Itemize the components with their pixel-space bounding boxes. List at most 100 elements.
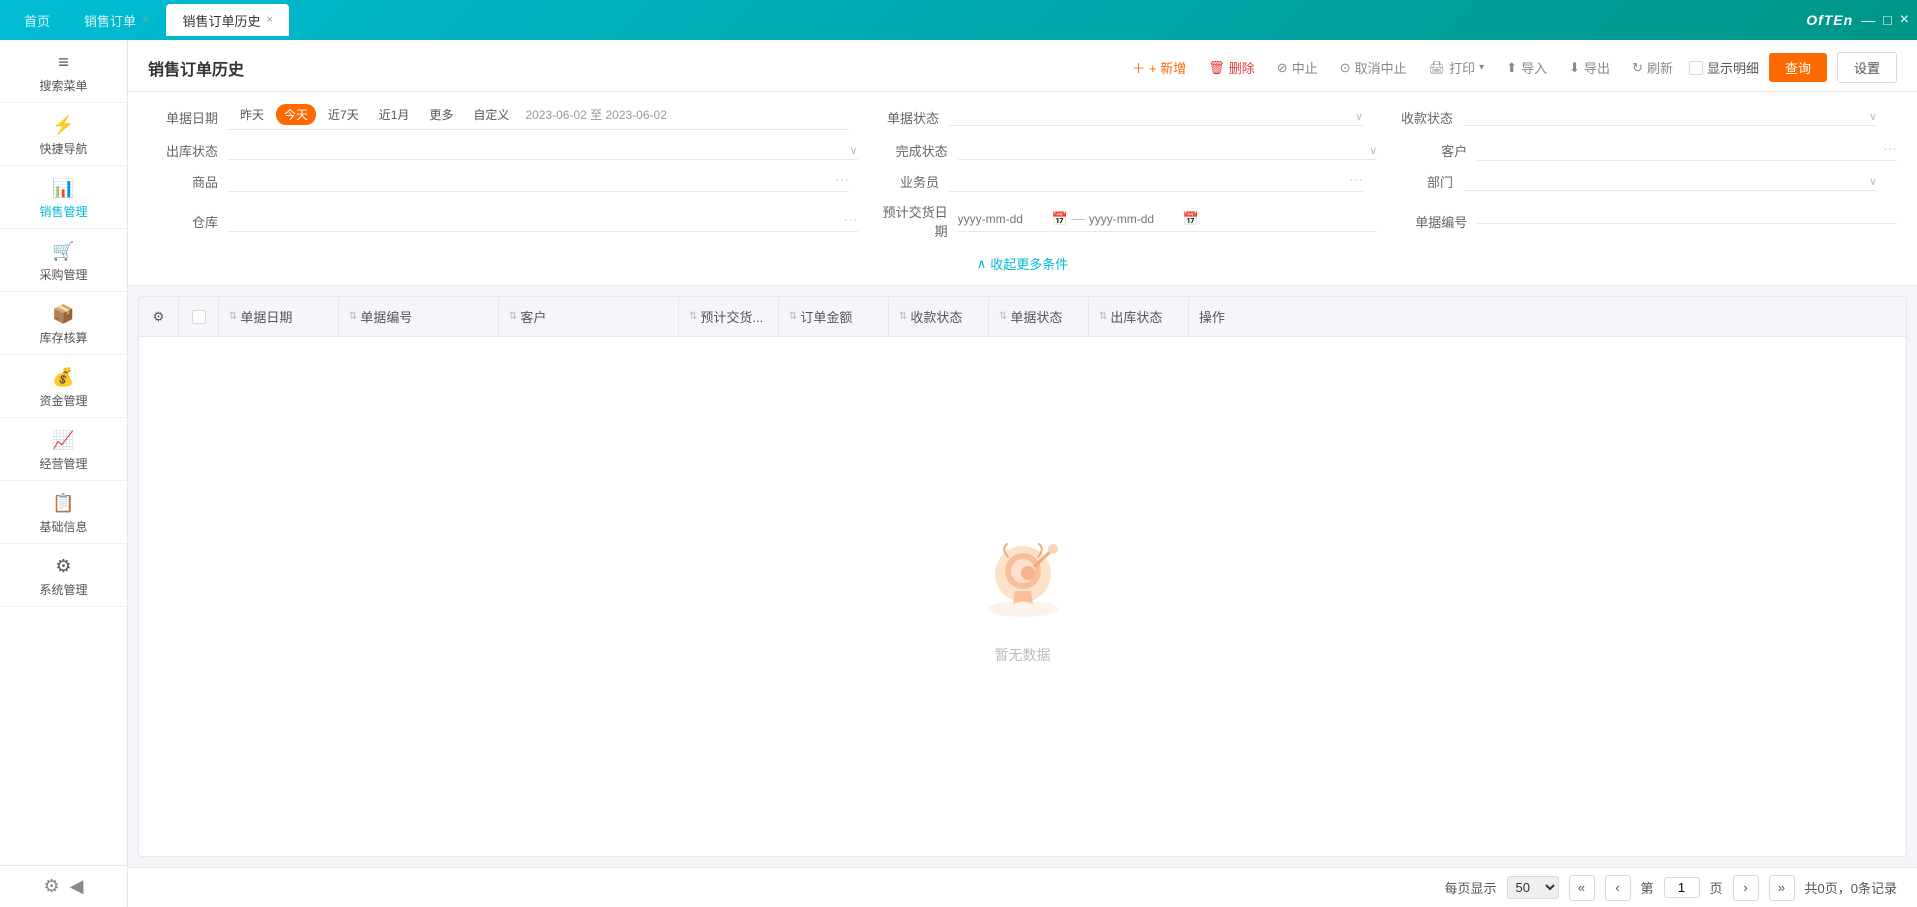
import-button[interactable]: ⬆ 导入: [1500, 54, 1553, 81]
sidebar-item-quick-nav-label: 快捷导航: [39, 140, 87, 157]
settings-button[interactable]: 设置: [1837, 52, 1897, 83]
th-action: 操作: [1189, 297, 1906, 336]
print-button[interactable]: 🖨 打印 ▾: [1423, 54, 1491, 81]
sidebar-item-operations-label: 经营管理: [39, 455, 87, 472]
close-sales-order-tab-icon[interactable]: ×: [142, 14, 148, 26]
department-select[interactable]: ∨: [1463, 173, 1877, 191]
print-label: 打印: [1449, 58, 1475, 77]
warehouse-dots-icon[interactable]: ···: [844, 211, 858, 227]
salesperson-filter-field: ···: [949, 171, 1363, 192]
payment-status-select[interactable]: ∨: [1463, 108, 1877, 126]
footer-pagination: 每页显示 50 10 20 100 « ‹ 第 页 › » 共0页，0条记录: [128, 867, 1917, 907]
collapse-up-icon: ∧: [977, 256, 987, 272]
th-num-sort-icon[interactable]: ⇅: [349, 311, 357, 322]
new-button[interactable]: ＋ + 新增: [1126, 54, 1192, 81]
th-delivery-status-label: 出库状态: [1110, 307, 1162, 326]
new-icon: ＋: [1132, 58, 1145, 77]
prev-page-button[interactable]: ‹: [1605, 875, 1631, 901]
empty-text: 暂无数据: [995, 645, 1051, 665]
sidebar-item-inventory[interactable]: 📦 库存核算: [0, 292, 127, 355]
system-icon: ⚙: [55, 556, 71, 577]
sidebar-item-finance[interactable]: 💰 资金管理: [0, 355, 127, 418]
sidebar-item-base-info[interactable]: 📋 基础信息: [0, 481, 127, 544]
current-page-input[interactable]: [1664, 877, 1700, 898]
filter-row-3: 商品 ··· 业务员 ··· 部门 ∨: [148, 171, 1897, 192]
last-page-button[interactable]: »: [1769, 875, 1795, 901]
show-detail-checkbox[interactable]: 显示明细: [1689, 58, 1759, 77]
sidebar-item-quick-nav[interactable]: ⚡ 快捷导航: [0, 103, 127, 166]
column-settings-icon: ⚙: [153, 309, 165, 325]
stop-button[interactable]: ⊘ 中止: [1271, 54, 1324, 81]
payment-status-filter-label: 收款状态: [1383, 108, 1463, 127]
product-filter-label: 商品: [148, 172, 228, 191]
product-dots-icon[interactable]: ···: [835, 171, 849, 187]
customer-dots-icon[interactable]: ···: [1883, 140, 1897, 156]
customer-filter-field: ···: [1477, 140, 1897, 161]
th-date-sort-icon[interactable]: ⇅: [229, 311, 237, 322]
th-settings[interactable]: ⚙: [139, 297, 179, 336]
th-num: ⇅ 单据编号: [339, 297, 499, 336]
minimize-icon[interactable]: —: [1861, 12, 1875, 28]
sidebar-item-purchase-label: 采购管理: [39, 266, 87, 283]
tab-sales-order-history[interactable]: 销售订单历史 ×: [166, 4, 288, 36]
sidebar-item-sales[interactable]: 📊 销售管理: [0, 166, 127, 229]
tab-sales-order-label: 销售订单: [84, 11, 136, 30]
first-page-button[interactable]: «: [1569, 875, 1595, 901]
sidebar-item-operations[interactable]: 📈 经营管理: [0, 418, 127, 481]
show-detail-checkbox-input[interactable]: [1689, 61, 1703, 75]
cancel-stop-button[interactable]: ⊙ 取消中止: [1334, 54, 1413, 81]
delete-button[interactable]: 🗑 删除: [1202, 54, 1261, 81]
today-btn[interactable]: 今天: [276, 104, 316, 125]
delivery-date-end-input[interactable]: [1089, 212, 1179, 226]
delivery-date-end-calendar-icon[interactable]: 📅: [1183, 211, 1199, 227]
more-btn[interactable]: 更多: [421, 104, 461, 125]
next-page-button[interactable]: ›: [1733, 875, 1759, 901]
th-amount-sort-icon[interactable]: ⇅: [789, 311, 797, 322]
window-close-icon[interactable]: ×: [1900, 11, 1909, 29]
maximize-icon[interactable]: □: [1883, 12, 1891, 28]
tab-home[interactable]: 首页: [8, 4, 66, 36]
th-order-sort-icon[interactable]: ⇅: [999, 311, 1007, 322]
order-status-select[interactable]: ∨: [949, 108, 1363, 126]
refresh-button[interactable]: ↻ 刷新: [1626, 54, 1679, 81]
doc-number-filter-field: [1477, 219, 1897, 224]
close-history-tab-icon[interactable]: ×: [266, 14, 272, 26]
outbound-status-filter-label: 出库状态: [148, 141, 228, 160]
th-customer-label: 客户: [520, 307, 546, 326]
base-info-icon: 📋: [52, 493, 74, 514]
sidebar-settings-icon[interactable]: ⚙: [44, 876, 60, 897]
th-payment-sort-icon[interactable]: ⇅: [899, 311, 907, 322]
salesperson-dots-icon[interactable]: ···: [1349, 171, 1363, 187]
show-detail-label: 显示明细: [1707, 58, 1759, 77]
next-page-icon: ›: [1743, 880, 1747, 895]
th-delivery-sort-icon[interactable]: ⇅: [689, 311, 697, 322]
tab-sales-order[interactable]: 销售订单 ×: [68, 4, 164, 36]
yesterday-btn[interactable]: 昨天: [232, 104, 272, 125]
select-all-checkbox[interactable]: [192, 310, 206, 324]
filter-row-4: 仓库 ··· 预计交货日期 📅 — 📅 单据编号: [148, 202, 1897, 240]
sidebar-item-purchase[interactable]: 🛒 采购管理: [0, 229, 127, 292]
last1month-btn[interactable]: 近1月: [371, 104, 418, 125]
page-size-select[interactable]: 50 10 20 100: [1507, 876, 1559, 899]
custom-btn[interactable]: 自定义: [465, 104, 517, 125]
sidebar-item-system[interactable]: ⚙ 系统管理: [0, 544, 127, 607]
delivery-date-start-input[interactable]: [958, 212, 1048, 226]
complete-status-select[interactable]: ∨: [958, 142, 1378, 160]
table-container: ⚙ ⇅ 单据日期 ⇅ 单据编号 ⇅ 客户 ⇅: [138, 296, 1907, 857]
delivery-date-start-calendar-icon[interactable]: 📅: [1052, 211, 1068, 227]
query-button[interactable]: 查询: [1769, 53, 1827, 82]
th-check[interactable]: [179, 297, 219, 336]
sidebar-item-search[interactable]: ≡ 搜索菜单: [0, 40, 127, 103]
sidebar-collapse-icon[interactable]: ◀: [70, 876, 84, 897]
th-customer-sort-icon[interactable]: ⇅: [509, 311, 517, 322]
export-button[interactable]: ⬇ 导出: [1563, 54, 1616, 81]
last7days-btn[interactable]: 近7天: [320, 104, 367, 125]
page-of-label: 页: [1710, 878, 1723, 897]
order-status-filter-label: 单据状态: [869, 108, 949, 127]
page-title: 销售订单历史: [148, 56, 244, 80]
prev-page-icon: ‹: [1615, 880, 1619, 895]
outbound-status-select[interactable]: ∨: [228, 142, 858, 160]
tab-home-label: 首页: [24, 11, 50, 30]
th-delivery-status-sort-icon[interactable]: ⇅: [1099, 311, 1107, 322]
collapse-more-conditions[interactable]: ∧ 收起更多条件: [148, 250, 1897, 273]
